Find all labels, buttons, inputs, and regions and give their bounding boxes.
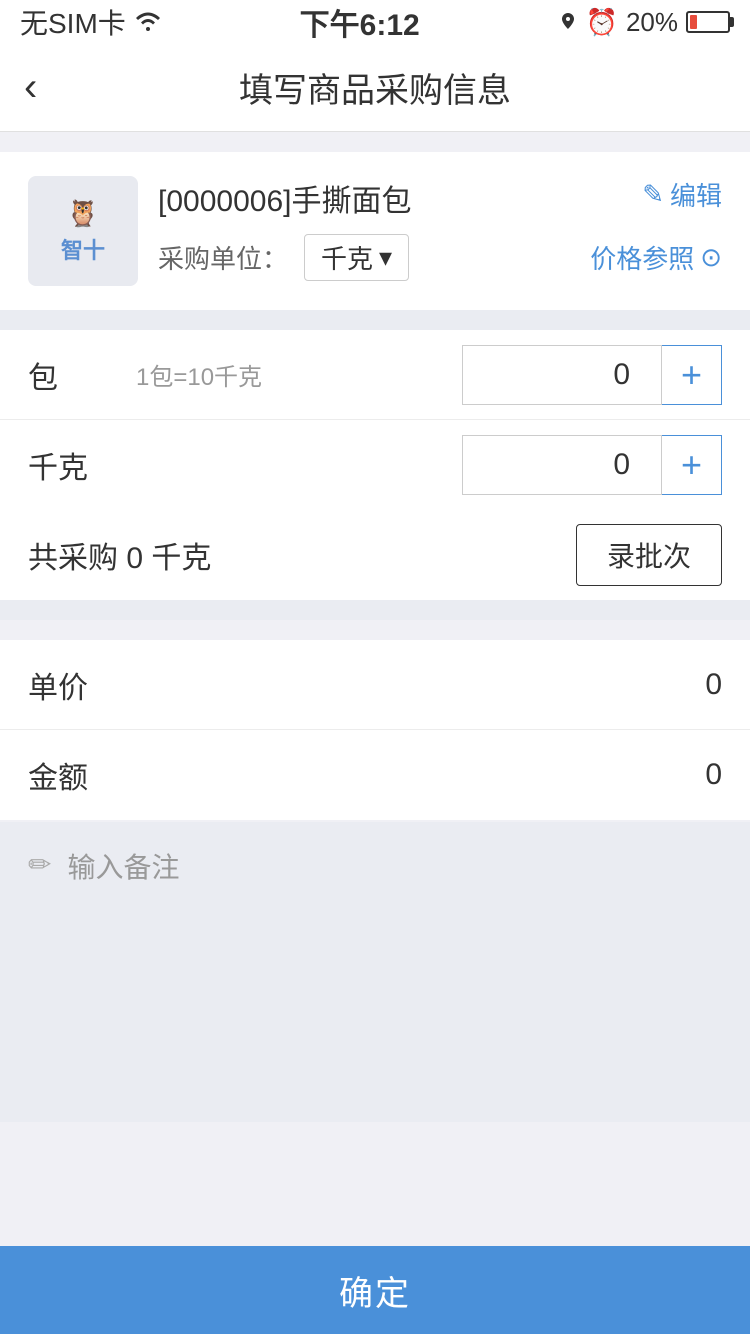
price-ref-label: 价格参照: [590, 239, 694, 276]
thumb-text: 智十: [61, 233, 105, 265]
status-right: ⏰ 20%: [558, 7, 730, 38]
status-left: 无SIM卡: [20, 2, 162, 42]
location-icon: [558, 7, 578, 38]
kg-input[interactable]: [462, 435, 662, 495]
unit-price-value: 0: [705, 668, 722, 702]
summary-row: 共采购 0 千克 录批次: [0, 510, 750, 600]
amount-value: 0: [705, 758, 722, 792]
kg-input-group: +: [462, 435, 722, 495]
nav-bar: ‹ 填写商品采购信息: [0, 44, 750, 132]
battery-text: 20%: [626, 7, 678, 38]
wifi-icon: [134, 6, 162, 38]
unit-value: 千克: [321, 239, 373, 276]
edit-label: 编辑: [670, 176, 722, 213]
pack-input-group: +: [462, 345, 722, 405]
pack-input[interactable]: [462, 345, 662, 405]
battery-icon: [686, 11, 730, 33]
pencil-icon: ✏: [28, 848, 51, 881]
status-bar: 无SIM卡 下午6:12 ⏰ 20%: [0, 0, 750, 44]
price-ref-button[interactable]: 价格参照 ⊙: [590, 239, 722, 276]
product-thumbnail: 🦉 智十: [28, 176, 138, 286]
unit-price-row: 单价 0: [0, 640, 750, 730]
carrier-text: 无SIM卡: [20, 2, 126, 42]
edit-button[interactable]: ✎ 编辑: [642, 176, 722, 213]
pack-input-row: 包 1包=10千克 +: [0, 330, 750, 420]
confirm-button[interactable]: 确定: [0, 1246, 750, 1334]
remark-section: ✏ 输入备注: [0, 822, 750, 1122]
kg-plus-button[interactable]: +: [662, 435, 722, 495]
status-time: 下午6:12: [300, 0, 420, 44]
question-icon: ⊙: [700, 242, 722, 273]
edit-icon: ✎: [642, 179, 664, 210]
unit-price-label: 单价: [28, 663, 88, 707]
unit-select[interactable]: 千克 ▾: [304, 234, 409, 281]
pack-plus-button[interactable]: +: [662, 345, 722, 405]
bottom-spacer: [0, 1122, 750, 1210]
product-card: 🦉 智十 [0000006]手撕面包 采购单位： 千克 ▾ 价格参照 ⊙ ✎ 编…: [0, 152, 750, 310]
thumb-icon: 🦉: [67, 198, 99, 229]
product-info: [0000006]手撕面包 采购单位： 千克 ▾ 价格参照 ⊙: [158, 176, 722, 281]
back-button[interactable]: ‹: [24, 65, 37, 110]
alarm-icon: ⏰: [586, 7, 618, 38]
chevron-down-icon: ▾: [379, 242, 392, 273]
batch-button[interactable]: 录批次: [576, 524, 722, 586]
pack-sublabel: 1包=10千克: [136, 357, 262, 392]
kg-input-row: 千克 +: [0, 420, 750, 510]
pack-label: 包: [28, 353, 128, 397]
section-divider-1: [0, 310, 750, 330]
remark-placeholder: 输入备注: [67, 846, 179, 886]
amount-row: 金额 0: [0, 730, 750, 820]
purchase-unit-label: 采购单位：: [158, 239, 288, 276]
amount-label: 金额: [28, 753, 88, 797]
remark-input-area[interactable]: ✏ 输入备注: [28, 846, 722, 886]
section-divider-2: [0, 600, 750, 620]
price-info-section: 单价 0 金额 0: [0, 640, 750, 820]
input-section: 包 1包=10千克 + 千克 +: [0, 330, 750, 510]
summary-label: 共采购 0 千克: [28, 533, 211, 577]
product-name: [0000006]手撕面包: [158, 176, 722, 220]
page-title: 填写商品采购信息: [239, 63, 511, 112]
kg-label: 千克: [28, 443, 128, 487]
product-meta: 采购单位： 千克 ▾ 价格参照 ⊙: [158, 234, 722, 281]
